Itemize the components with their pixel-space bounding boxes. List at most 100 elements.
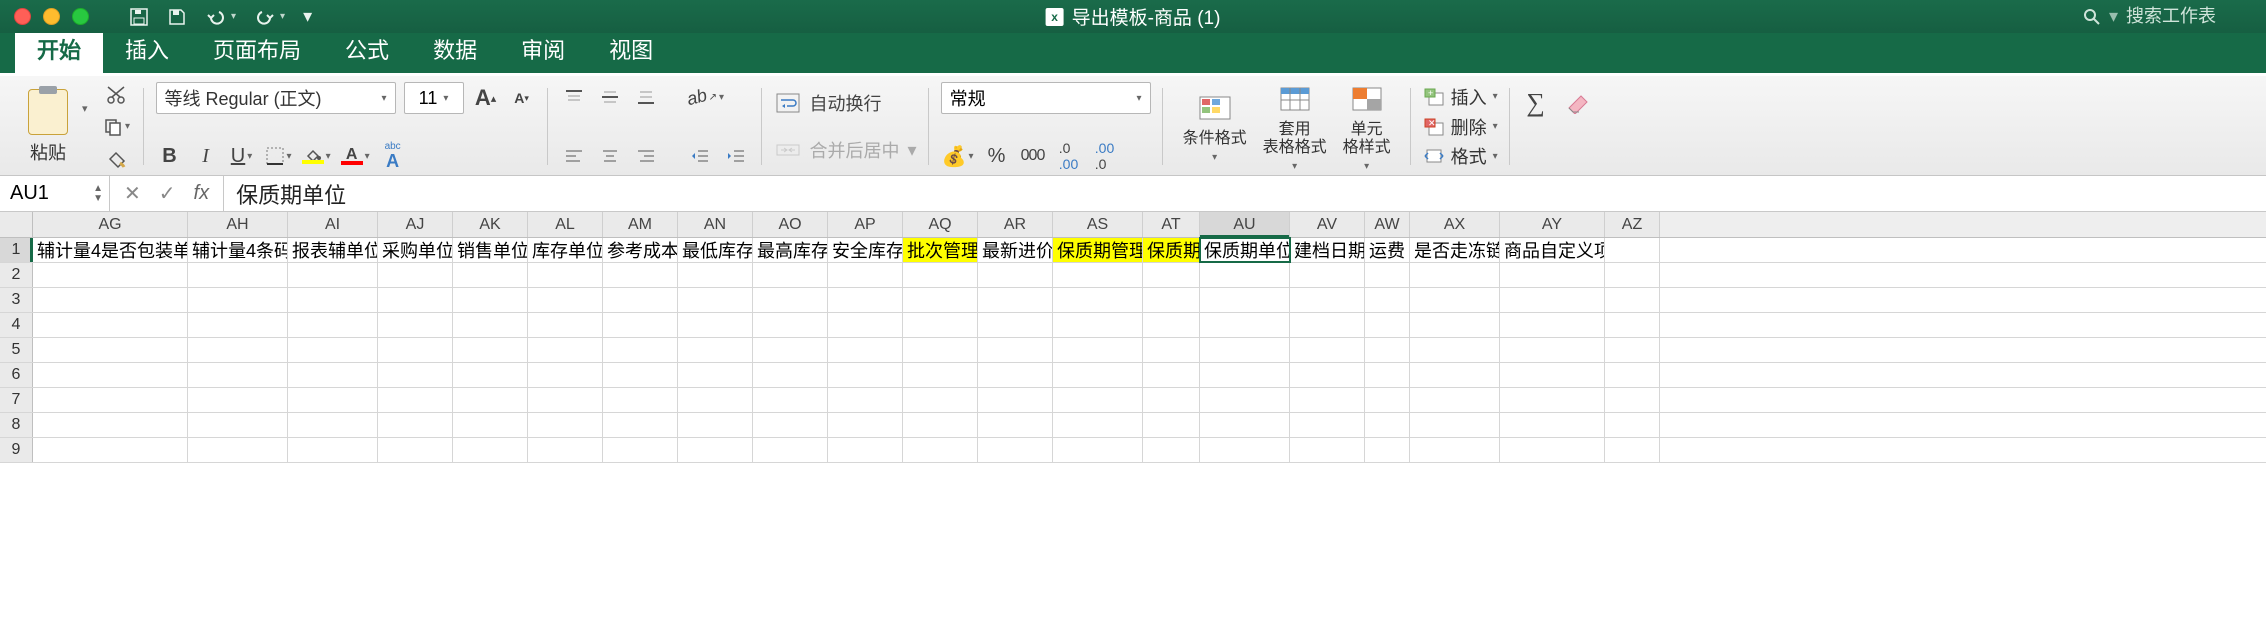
cell-AS2[interactable]	[1053, 263, 1143, 287]
close-window-button[interactable]	[14, 8, 31, 25]
row-header-6[interactable]: 6	[0, 363, 33, 387]
cell-AG1[interactable]: 辅计量4是否包装单位	[33, 238, 188, 262]
column-header-AW[interactable]: AW	[1365, 212, 1410, 237]
cell-AS7[interactable]	[1053, 388, 1143, 412]
qat-customize-icon[interactable]: ▾	[303, 6, 312, 27]
autosave-icon[interactable]	[129, 7, 149, 27]
cell-AW6[interactable]	[1365, 363, 1410, 387]
cell-AU8[interactable]	[1200, 413, 1290, 437]
column-header-AK[interactable]: AK	[453, 212, 528, 237]
cell-AY3[interactable]	[1500, 288, 1605, 312]
cell-AN8[interactable]	[678, 413, 753, 437]
clear-button[interactable]	[1564, 88, 1592, 118]
cell-AK9[interactable]	[453, 438, 528, 462]
cell-AX5[interactable]	[1410, 338, 1500, 362]
cell-AJ2[interactable]	[378, 263, 453, 287]
cell-styles-button[interactable]: 单元 格样式▾	[1335, 81, 1399, 171]
cell-AY6[interactable]	[1500, 363, 1605, 387]
cell-AU6[interactable]	[1200, 363, 1290, 387]
cell-AS4[interactable]	[1053, 313, 1143, 337]
cell-AW4[interactable]	[1365, 313, 1410, 337]
cell-AO6[interactable]	[753, 363, 828, 387]
cell-AJ4[interactable]	[378, 313, 453, 337]
cell-AM3[interactable]	[603, 288, 678, 312]
cell-AX8[interactable]	[1410, 413, 1500, 437]
cell-AX1[interactable]: 是否走冻链	[1410, 238, 1500, 262]
borders-button[interactable]: ▾	[264, 141, 293, 171]
cell-AY9[interactable]	[1500, 438, 1605, 462]
cell-AO4[interactable]	[753, 313, 828, 337]
cell-AQ6[interactable]	[903, 363, 978, 387]
column-header-AR[interactable]: AR	[978, 212, 1053, 237]
cell-AX2[interactable]	[1410, 263, 1500, 287]
cell-AN2[interactable]	[678, 263, 753, 287]
cell-AQ9[interactable]	[903, 438, 978, 462]
minimize-window-button[interactable]	[43, 8, 60, 25]
align-top-button[interactable]	[560, 82, 588, 112]
cell-AL2[interactable]	[528, 263, 603, 287]
cell-AQ8[interactable]	[903, 413, 978, 437]
cell-AR4[interactable]	[978, 313, 1053, 337]
align-middle-button[interactable]	[596, 82, 624, 112]
cell-AT7[interactable]	[1143, 388, 1200, 412]
cell-AW3[interactable]	[1365, 288, 1410, 312]
cell-AG5[interactable]	[33, 338, 188, 362]
cell-AK8[interactable]	[453, 413, 528, 437]
cell-AT9[interactable]	[1143, 438, 1200, 462]
cell-AX4[interactable]	[1410, 313, 1500, 337]
cell-AZ2[interactable]	[1605, 263, 1660, 287]
cell-AW7[interactable]	[1365, 388, 1410, 412]
cell-AY2[interactable]	[1500, 263, 1605, 287]
bold-button[interactable]: B	[156, 141, 184, 171]
orientation-button[interactable]: ab↗▾	[686, 82, 725, 112]
column-header-AO[interactable]: AO	[753, 212, 828, 237]
column-header-AG[interactable]: AG	[33, 212, 188, 237]
cell-AO2[interactable]	[753, 263, 828, 287]
cell-AG7[interactable]	[33, 388, 188, 412]
cell-AQ1[interactable]: 批次管理	[903, 238, 978, 262]
cell-AH7[interactable]	[188, 388, 288, 412]
font-name-select[interactable]: 等线 Regular (正文)▾	[156, 82, 396, 114]
cell-AZ5[interactable]	[1605, 338, 1660, 362]
column-header-AN[interactable]: AN	[678, 212, 753, 237]
row-header-1[interactable]: 1	[0, 238, 33, 262]
cell-AJ1[interactable]: 采购单位	[378, 238, 453, 262]
cell-AZ7[interactable]	[1605, 388, 1660, 412]
row-header-7[interactable]: 7	[0, 388, 33, 412]
cell-AV8[interactable]	[1290, 413, 1365, 437]
cell-AH1[interactable]: 辅计量4条码	[188, 238, 288, 262]
cell-AH4[interactable]	[188, 313, 288, 337]
cell-AN1[interactable]: 最低库存	[678, 238, 753, 262]
cell-AO8[interactable]	[753, 413, 828, 437]
cell-AH2[interactable]	[188, 263, 288, 287]
cell-AX3[interactable]	[1410, 288, 1500, 312]
cell-AS9[interactable]	[1053, 438, 1143, 462]
cell-AY8[interactable]	[1500, 413, 1605, 437]
cell-AZ6[interactable]	[1605, 363, 1660, 387]
cell-AM8[interactable]	[603, 413, 678, 437]
cell-AL7[interactable]	[528, 388, 603, 412]
copy-button[interactable]: ▾	[102, 114, 132, 140]
cell-AG4[interactable]	[33, 313, 188, 337]
column-header-AV[interactable]: AV	[1290, 212, 1365, 237]
column-header-AU[interactable]: AU	[1200, 212, 1290, 237]
cell-AI4[interactable]	[288, 313, 378, 337]
cell-AR9[interactable]	[978, 438, 1053, 462]
search-input[interactable]	[2126, 6, 2246, 27]
cell-AU2[interactable]	[1200, 263, 1290, 287]
align-bottom-button[interactable]	[632, 82, 660, 112]
cell-AX6[interactable]	[1410, 363, 1500, 387]
cell-AO9[interactable]	[753, 438, 828, 462]
cell-AP7[interactable]	[828, 388, 903, 412]
row-header-4[interactable]: 4	[0, 313, 33, 337]
cell-AX7[interactable]	[1410, 388, 1500, 412]
cell-AK4[interactable]	[453, 313, 528, 337]
cell-AK5[interactable]	[453, 338, 528, 362]
cell-AI1[interactable]: 报表辅单位	[288, 238, 378, 262]
cell-AH8[interactable]	[188, 413, 288, 437]
conditional-formatting-button[interactable]: 条件格式▾	[1175, 90, 1255, 163]
row-header-2[interactable]: 2	[0, 263, 33, 287]
cell-AP3[interactable]	[828, 288, 903, 312]
currency-button[interactable]: 💰▾	[941, 141, 975, 171]
fx-icon[interactable]: fx	[194, 182, 210, 205]
